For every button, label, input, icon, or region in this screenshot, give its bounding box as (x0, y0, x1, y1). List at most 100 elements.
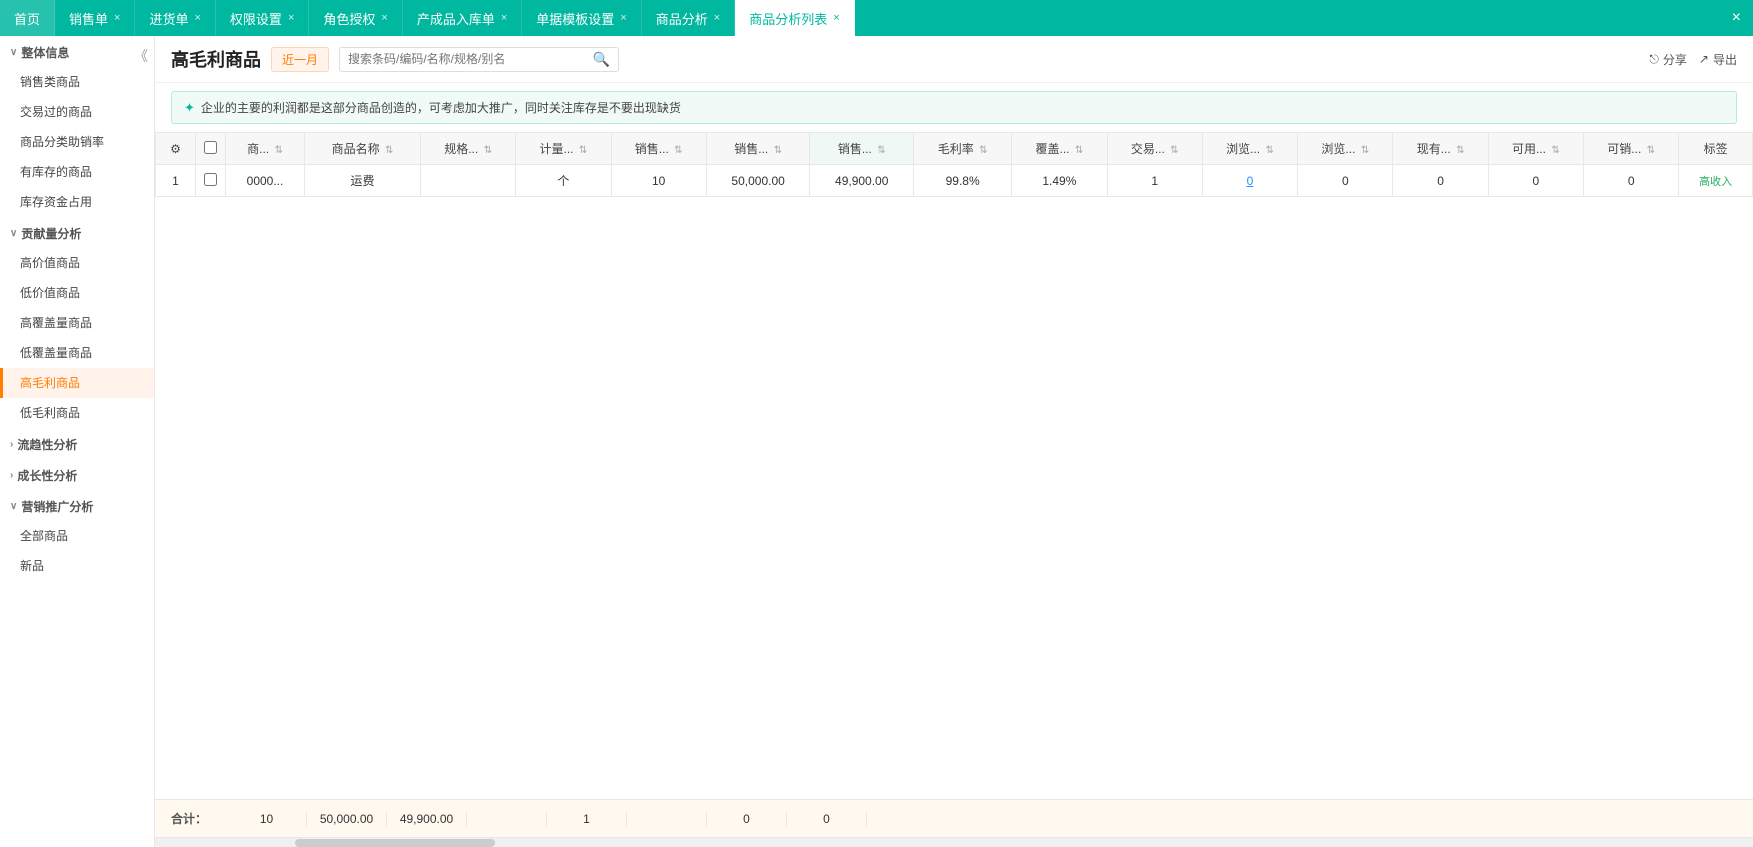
th-trade[interactable]: 交易... ⇅ (1107, 133, 1202, 165)
sidebar-group-growth[interactable]: › 成长性分析 (0, 459, 154, 490)
row-name: 运费 (305, 165, 421, 197)
scroll-thumb[interactable] (295, 839, 495, 847)
nav-item-analysis[interactable]: 商品分析 × (642, 0, 735, 36)
sidebar-group-trend[interactable]: › 流趋性分析 (0, 428, 154, 459)
th-sales1[interactable]: 销售... ⇅ (611, 133, 706, 165)
th-margin[interactable]: 毛利率 ⇅ (914, 133, 1012, 165)
th-code-label: 商... (247, 142, 269, 156)
row-tag: 高收入 (1679, 165, 1753, 197)
row-trade-count: 1 (1107, 165, 1202, 197)
sidebar-collapse-button[interactable]: 《 (134, 46, 148, 66)
th-browse2[interactable]: 浏览... ⇅ (1298, 133, 1393, 165)
footer-col12: 1 (547, 812, 627, 826)
nav-item-production[interactable]: 产成品入库单 × (403, 0, 522, 36)
nav-close-template[interactable]: × (620, 12, 626, 24)
nav-analysis-label: 商品分析 (656, 9, 708, 28)
sidebar-item-new-goods[interactable]: 新品 (0, 551, 154, 581)
th-code[interactable]: 商... ⇅ (226, 133, 305, 165)
footer-col10 (467, 812, 547, 826)
sidebar-group-contribution[interactable]: ∨ 贡献量分析 (0, 217, 154, 248)
growth-arrow-icon: › (10, 470, 13, 481)
select-all-checkbox[interactable] (204, 141, 217, 154)
nav-close-analysis-list[interactable]: × (833, 12, 839, 24)
sidebar-item-all-goods[interactable]: 全部商品 (0, 521, 154, 551)
nav-close-role[interactable]: × (381, 12, 387, 24)
th-name[interactable]: 商品名称 ⇅ (305, 133, 421, 165)
th-sales3[interactable]: 销售... ⇅ (810, 133, 914, 165)
row-checkbox[interactable] (204, 173, 217, 186)
nav-home-label: 首页 (14, 9, 40, 28)
nav-close-all-button[interactable]: × (1720, 0, 1753, 36)
low-value-label: 低价值商品 (20, 286, 80, 300)
nav-close-analysis[interactable]: × (714, 12, 720, 24)
gear-icon[interactable]: ⚙ (170, 142, 181, 156)
sidebar-group-marketing[interactable]: ∨ 营销推广分析 (0, 490, 154, 521)
sidebar-item-high-coverage[interactable]: 高覆盖量商品 (0, 308, 154, 338)
nav-item-permission[interactable]: 权限设置 × (216, 0, 309, 36)
sort-spec-icon: ⇅ (484, 145, 492, 156)
nav-permission-label: 权限设置 (230, 9, 282, 28)
sidebar-item-traded-goods[interactable]: 交易过的商品 (0, 97, 154, 127)
sidebar-item-high-margin[interactable]: 高毛利商品 (0, 368, 154, 398)
row-available: 0 (1488, 165, 1583, 197)
th-sellable[interactable]: 可销... ⇅ (1584, 133, 1679, 165)
th-available[interactable]: 可用... ⇅ (1488, 133, 1583, 165)
nav-item-template[interactable]: 单据模板设置 × (522, 0, 641, 36)
row-unit: 个 (516, 165, 611, 197)
growth-group-label: 成长性分析 (17, 467, 77, 484)
table-row: 1 0000... 运费 个 10 50,000.00 49,900.00 99… (156, 165, 1753, 197)
main-container: 《 ∨ 整体信息 销售类商品 交易过的商品 商品分类助销率 有库存的商品 库存资… (0, 36, 1753, 847)
export-label: 导出 (1713, 51, 1737, 68)
th-coverage[interactable]: 覆盖... ⇅ (1012, 133, 1107, 165)
trend-arrow-icon: › (10, 439, 13, 450)
th-sales3-label: 销售... (838, 142, 872, 156)
th-sales1-label: 销售... (635, 142, 669, 156)
row-margin-rate: 99.8% (914, 165, 1012, 197)
th-current-stock[interactable]: 现有... ⇅ (1393, 133, 1488, 165)
row-index: 1 (156, 165, 196, 197)
nav-close-permission[interactable]: × (288, 12, 294, 24)
sidebar-item-category-rate[interactable]: 商品分类助销率 (0, 127, 154, 157)
share-button[interactable]: ⎋ 分享 (1649, 51, 1687, 68)
sidebar-item-sales-goods[interactable]: 销售类商品 (0, 67, 154, 97)
sidebar: 《 ∨ 整体信息 销售类商品 交易过的商品 商品分类助销率 有库存的商品 库存资… (0, 36, 155, 847)
period-button[interactable]: 近一月 (271, 47, 329, 72)
sidebar-item-low-margin[interactable]: 低毛利商品 (0, 398, 154, 428)
nav-item-sales[interactable]: 销售单 × (55, 0, 135, 36)
sort-coverage-icon: ⇅ (1075, 145, 1083, 156)
th-index: ⚙ (156, 133, 196, 165)
horizontal-scrollbar[interactable] (155, 837, 1753, 847)
sidebar-item-in-stock[interactable]: 有库存的商品 (0, 157, 154, 187)
sort-sellable-icon: ⇅ (1647, 145, 1655, 156)
th-sales2-label: 销售... (734, 142, 768, 156)
th-unit[interactable]: 计量... ⇅ (516, 133, 611, 165)
nav-item-purchase[interactable]: 进货单 × (135, 0, 215, 36)
th-browse1[interactable]: 浏览... ⇅ (1202, 133, 1297, 165)
th-sales2[interactable]: 销售... ⇅ (706, 133, 810, 165)
sidebar-item-low-coverage[interactable]: 低覆盖量商品 (0, 338, 154, 368)
nav-purchase-label: 进货单 (149, 9, 188, 28)
search-icon[interactable]: 🔍 (593, 51, 610, 68)
row-browse1[interactable]: 0 (1202, 165, 1297, 197)
row-browse1-link[interactable]: 0 (1247, 174, 1254, 188)
th-spec[interactable]: 规格... ⇅ (420, 133, 515, 165)
nav-item-home[interactable]: 首页 (0, 0, 55, 36)
export-button[interactable]: ↗ 导出 (1699, 51, 1737, 68)
high-value-label: 高价值商品 (20, 256, 80, 270)
traded-goods-label: 交易过的商品 (20, 105, 92, 119)
sidebar-item-low-value[interactable]: 低价值商品 (0, 278, 154, 308)
nav-item-role[interactable]: 角色授权 × (309, 0, 402, 36)
nav-close-production[interactable]: × (501, 12, 507, 24)
sidebar-item-stock-funds[interactable]: 库存资金占用 (0, 187, 154, 217)
search-input[interactable] (348, 52, 593, 66)
sort-code-icon: ⇅ (275, 145, 283, 156)
row-checkbox-cell (196, 165, 226, 197)
nav-close-sales[interactable]: × (114, 12, 120, 24)
sidebar-group-overall[interactable]: ∨ 整体信息 (0, 36, 154, 67)
nav-item-analysis-list[interactable]: 商品分析列表 × (735, 0, 854, 36)
nav-template-label: 单据模板设置 (536, 9, 614, 28)
row-sales-cost: 49,900.00 (810, 165, 914, 197)
nav-close-purchase[interactable]: × (194, 12, 200, 24)
sidebar-item-high-value[interactable]: 高价值商品 (0, 248, 154, 278)
close-all-icon: × (1732, 9, 1741, 27)
